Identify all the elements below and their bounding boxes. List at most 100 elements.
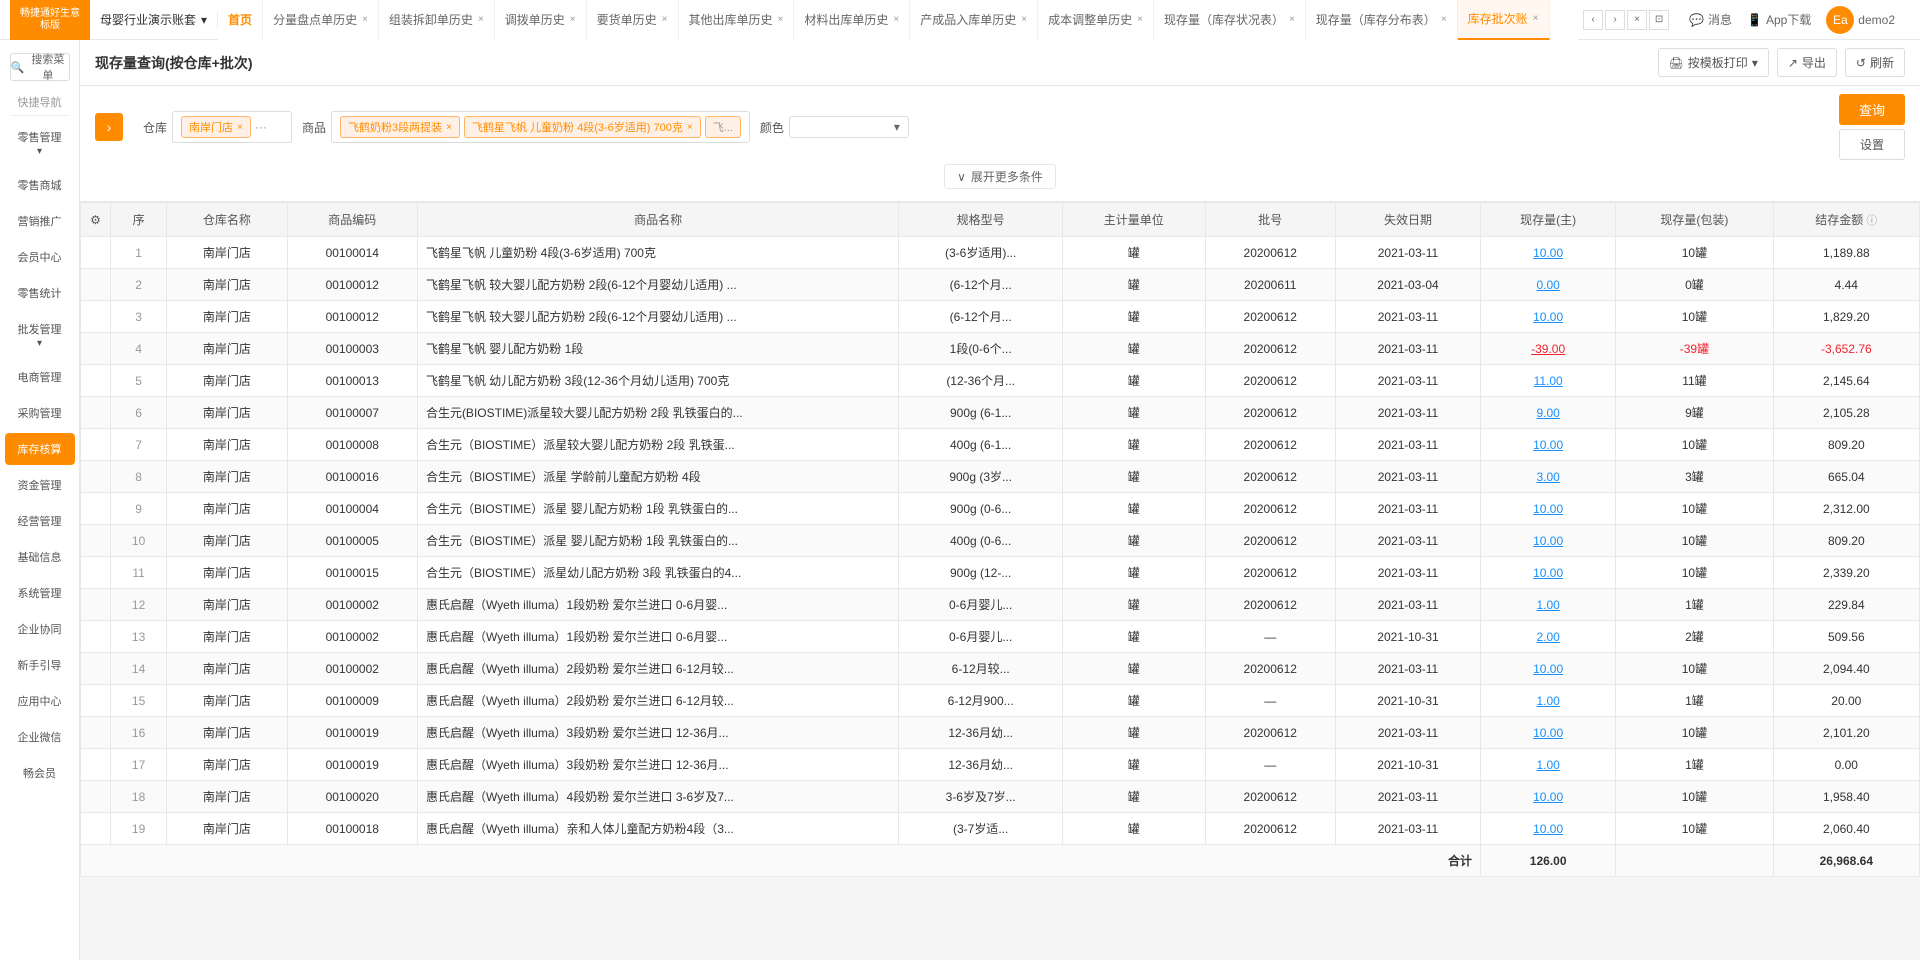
cell-stock-pkg: 3罐 <box>1616 461 1773 493</box>
cell-unit: 罐 <box>1062 621 1205 653</box>
message-btn[interactable]: 💬 刷新 消息 <box>1689 11 1732 28</box>
sidebar-item-member[interactable]: 会员中心 <box>5 241 75 273</box>
sidebar-item-label-enterprise-wechat: 企业微信 <box>10 729 70 745</box>
query-btn[interactable]: 查询 <box>1839 94 1905 125</box>
cell-stock-main: 1.00 <box>1481 685 1616 717</box>
tab-home[interactable]: 首页 <box>218 0 263 40</box>
tab-nav-buttons: ‹ › × ⊡ <box>1578 10 1674 30</box>
cell-batch: 20200612 <box>1205 717 1335 749</box>
cell-batch: 20200611 <box>1205 269 1335 301</box>
tab-close-chancheng-ruku[interactable]: × <box>1021 14 1027 25</box>
sidebar-item-cooperation[interactable]: 企业协同 <box>5 613 75 645</box>
sidebar-item-system[interactable]: 系统管理 <box>5 577 75 609</box>
sidebar-item-guide[interactable]: 新手引导 <box>5 649 75 681</box>
sidebar-item-operation[interactable]: 经营管理 <box>5 505 75 537</box>
cell-batch: 20200612 <box>1205 397 1335 429</box>
sidebar-item-retail-mall[interactable]: 零售商城 <box>5 169 75 201</box>
color-dropdown[interactable]: ▾ <box>789 116 909 138</box>
tab-close-chengben-tiaozheng[interactable]: × <box>1137 14 1143 25</box>
tab-xianzai-kucun[interactable]: 现存量（库存状况表）× <box>1154 0 1306 40</box>
print-btn[interactable]: 🖨 按模板打印 ▾ <box>1658 48 1769 77</box>
sidebar-item-finance[interactable]: 资金管理 <box>5 469 75 501</box>
tab-close-qita-chuku[interactable]: × <box>778 14 784 25</box>
sidebar-item-retail-stat[interactable]: 零售统计 <box>5 277 75 309</box>
sidebar-item-wholesale[interactable]: 批发管理▾ <box>5 313 75 357</box>
cell-gear <box>81 621 111 653</box>
tab-kucun-pici[interactable]: 库存批次账× <box>1458 0 1550 40</box>
cell-code: 00100014 <box>287 237 417 269</box>
tab-xianzai-fenpei[interactable]: 现存量（库存分布表）× <box>1306 0 1458 40</box>
message-icon: 💬 <box>1689 13 1704 27</box>
cell-warehouse: 南岸门店 <box>167 557 287 589</box>
goods-tag-close-0[interactable]: × <box>446 122 452 133</box>
cell-warehouse: 南岸门店 <box>167 781 287 813</box>
tab-close-zuhe-chaizhuang[interactable]: × <box>478 14 484 25</box>
sidebar-item-label-operation: 经营管理 <box>10 513 70 529</box>
user-avatar[interactable]: Ea demo2 <box>1826 6 1895 34</box>
tab-close-kucun-pici[interactable]: × <box>1533 13 1539 24</box>
sidebar-item-retail[interactable]: 零售管理▾ <box>5 121 75 165</box>
cell-balance: 665.04 <box>1773 461 1919 493</box>
tab-prev-btn[interactable]: ‹ <box>1583 10 1603 30</box>
tab-next-btn[interactable]: › <box>1605 10 1625 30</box>
search-menu-btn[interactable]: 🔍 搜索菜单 <box>10 53 70 81</box>
sidebar-item-ecommerce[interactable]: 电商管理 <box>5 361 75 393</box>
cell-unit: 罐 <box>1062 429 1205 461</box>
sidebar-item-member-app[interactable]: 畅会员 <box>5 757 75 789</box>
tab-diaobo-history[interactable]: 调拨单历史× <box>495 0 587 40</box>
warehouse-ellipsis[interactable]: ··· <box>251 118 271 136</box>
filter-expand-btn[interactable]: › <box>95 113 123 141</box>
tab-close-cailiao-chuku[interactable]: × <box>893 14 899 25</box>
th-name: 商品名称 <box>417 203 898 237</box>
color-filter: 颜色 ▾ <box>760 116 909 138</box>
tab-close-xianzai-fenpei[interactable]: × <box>1441 14 1447 25</box>
tab-close-yaohuo-history[interactable]: × <box>662 14 668 25</box>
cell-stock-pkg: -39罐 <box>1616 333 1773 365</box>
expand-more-btn[interactable]: ∨ 展开更多条件 <box>944 164 1056 189</box>
th-warehouse: 仓库名称 <box>167 203 287 237</box>
tab-chancheng-ruku[interactable]: 产成品入库单历史× <box>910 0 1038 40</box>
cell-expire: 2021-10-31 <box>1335 749 1480 781</box>
cell-warehouse: 南岸门店 <box>167 717 287 749</box>
cell-batch: 20200612 <box>1205 653 1335 685</box>
balance-info-icon[interactable]: ⓘ <box>1866 212 1877 228</box>
export-btn[interactable]: ↗ 导出 <box>1777 48 1837 77</box>
sidebar-item-label-retail: 零售管理 <box>10 129 70 145</box>
main-content: 现存量查询(按仓库+批次) 🖨 按模板打印 ▾ ↗ 导出 ↺ 刷新 <box>80 40 1920 960</box>
goods-input[interactable]: 飞鹤奶粉3段两提装×飞鹤星飞帆 儿童奶粉 4段(3-6岁适用) 700克×飞..… <box>331 111 750 143</box>
tab-close-current-btn[interactable]: × <box>1627 10 1647 30</box>
goods-tag-close-1[interactable]: × <box>687 122 693 133</box>
account-selector[interactable]: 母婴行业演示账套 ▾ <box>90 11 218 28</box>
sidebar-item-basic[interactable]: 基础信息 <box>5 541 75 573</box>
tab-close-xianzai-kucun[interactable]: × <box>1289 14 1295 25</box>
setting-btn[interactable]: 设置 <box>1839 129 1905 160</box>
gear-icon[interactable]: ⚙ <box>90 213 101 227</box>
tab-fen-pan-history[interactable]: 分量盘点单历史× <box>263 0 379 40</box>
refresh-btn[interactable]: ↺ 刷新 <box>1845 48 1905 77</box>
warehouse-input[interactable]: 南岸门店 × ··· <box>172 111 292 143</box>
sidebar-item-marketing[interactable]: 营销推广 <box>5 205 75 237</box>
tab-qita-chuku[interactable]: 其他出库单历史× <box>679 0 795 40</box>
table-row: 16 南岸门店 00100019 惠氏启醒（Wyeth illuma）3段奶粉 … <box>81 717 1920 749</box>
cell-name: 飞鹤星飞帆 较大婴儿配方奶粉 2段(6-12个月婴幼儿适用) ... <box>417 301 898 333</box>
tab-close-fen-pan-history[interactable]: × <box>362 14 368 25</box>
tab-close-diaobo-history[interactable]: × <box>570 14 576 25</box>
sidebar-item-inventory[interactable]: 库存核算 <box>5 433 75 465</box>
tab-more-btn[interactable]: ⊡ <box>1649 10 1669 30</box>
cell-gear <box>81 653 111 685</box>
sidebar-item-label-cooperation: 企业协同 <box>10 621 70 637</box>
cell-code: 00100019 <box>287 717 417 749</box>
warehouse-tag-close[interactable]: × <box>237 122 243 133</box>
sidebar-item-enterprise-wechat[interactable]: 企业微信 <box>5 721 75 753</box>
cell-expire: 2021-03-11 <box>1335 589 1480 621</box>
sidebar-item-label-finance: 资金管理 <box>10 477 70 493</box>
app-download-btn[interactable]: 📱 App下载 <box>1747 11 1811 28</box>
tab-yaohuo-history[interactable]: 要货单历史× <box>587 0 679 40</box>
tab-zuhe-chaizhuang[interactable]: 组装拆卸单历史× <box>379 0 495 40</box>
sidebar-item-apps[interactable]: 应用中心 <box>5 685 75 717</box>
cell-stock-pkg: 10罐 <box>1616 429 1773 461</box>
tab-chengben-tiaozheng[interactable]: 成本调整单历史× <box>1038 0 1154 40</box>
tab-cailiao-chuku[interactable]: 材料出库单历史× <box>794 0 910 40</box>
cell-gear <box>81 461 111 493</box>
sidebar-item-purchase[interactable]: 采购管理 <box>5 397 75 429</box>
